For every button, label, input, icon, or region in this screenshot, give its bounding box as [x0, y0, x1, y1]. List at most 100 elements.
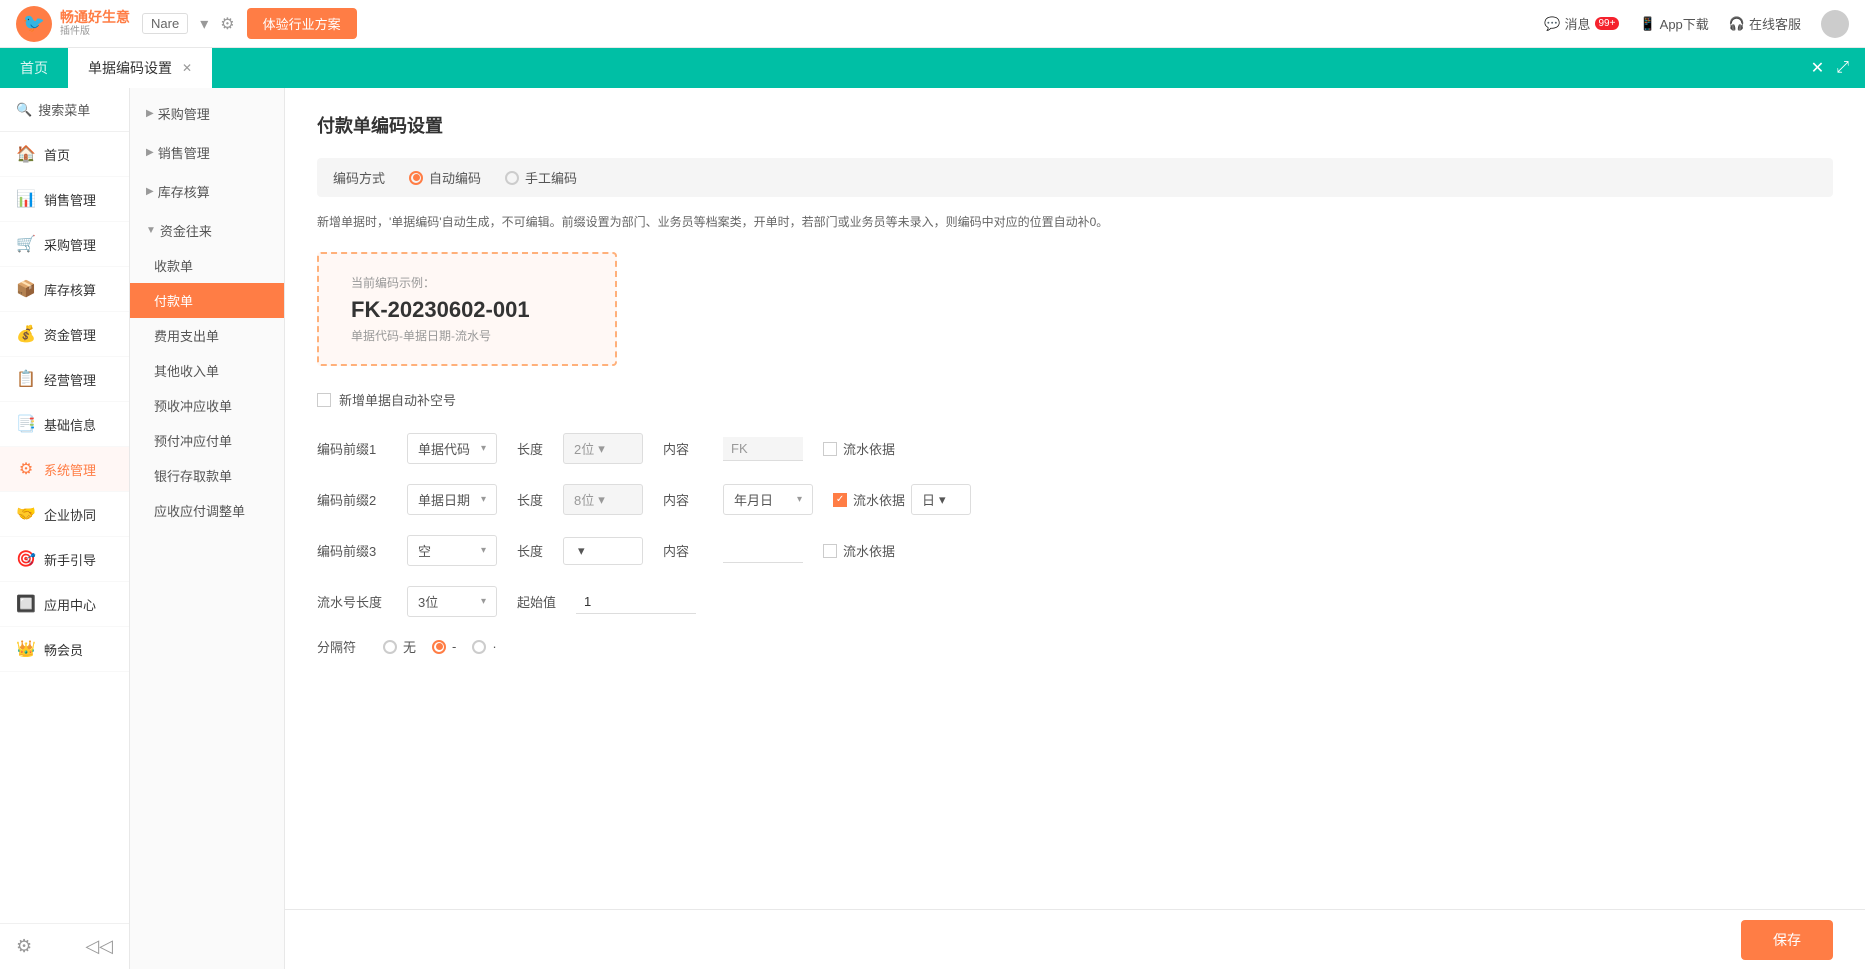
user-avatar[interactable]	[1821, 10, 1849, 38]
sec-group-purchase-header[interactable]: ▶ 采购管理	[130, 96, 284, 131]
sep-dot-label: -	[452, 639, 456, 654]
app-download-button[interactable]: 📱 App下载	[1639, 14, 1708, 33]
tab-coding-settings[interactable]: 单据编码设置 ✕	[68, 48, 212, 88]
sidebar-purchase-label: 采购管理	[44, 235, 96, 254]
tab-home[interactable]: 首页	[0, 48, 68, 88]
coding-method-bar: 编码方式 自动编码 手工编码	[317, 158, 1833, 197]
online-service-button[interactable]: 🎧 在线客服	[1729, 14, 1801, 33]
message-button[interactable]: 💬 消息 99+	[1544, 14, 1619, 33]
sec-item-payment[interactable]: 付款单	[130, 283, 284, 318]
manual-code-radio[interactable]: 手工编码	[505, 168, 577, 187]
header-right: 💬 消息 99+ 📱 App下载 🎧 在线客服	[1544, 10, 1849, 38]
sidebar-item-home[interactable]: 🏠 首页	[0, 132, 129, 177]
content-area: 付款单编码设置 编码方式 自动编码 手工编码 新增单据时，'单据编码'自动生成，…	[285, 88, 1865, 909]
sidebar-item-inventory[interactable]: 📦 库存核算	[0, 267, 129, 312]
coding-row-3: 编码前缀3 空 ▾ 长度 ▾ 内容 流水依据	[317, 535, 1833, 566]
sep-none-radio[interactable]: 无	[383, 637, 416, 656]
search-icon: 🔍	[16, 102, 32, 118]
sidebar-item-member[interactable]: 👑 畅会员	[0, 627, 129, 672]
message-badge: 99+	[1595, 17, 1620, 30]
sidebar-gear-icon[interactable]: ⚙	[16, 936, 32, 957]
left-sidebar: 🔍 搜索菜单 🏠 首页 📊 销售管理 🛒 采购管理 📦 库存核算 💰 资金管理 …	[0, 88, 130, 969]
tab-close-icon[interactable]: ✕	[182, 61, 192, 75]
content1-label: 内容	[663, 439, 703, 458]
sidebar-item-finance[interactable]: 💰 资金管理	[0, 312, 129, 357]
length3-value[interactable]: ▾	[563, 537, 643, 565]
logo-icon: 🐦	[16, 6, 52, 42]
sidebar-item-apps[interactable]: 🔲 应用中心	[0, 582, 129, 627]
length2-label: 长度	[517, 490, 543, 509]
prefix1-chevron-icon: ▾	[481, 443, 486, 454]
search-label: 搜索菜单	[38, 100, 90, 119]
auto-code-radio-btn[interactable]	[409, 171, 423, 185]
sec-item-adjust[interactable]: 应收应付调整单	[130, 493, 284, 528]
stream1-row: 流水依据	[823, 439, 895, 458]
sidebar-search[interactable]: 🔍 搜索菜单	[0, 88, 129, 132]
sidebar-item-sales[interactable]: 📊 销售管理	[0, 177, 129, 222]
auto-code-radio[interactable]: 自动编码	[409, 168, 481, 187]
sidebar-item-operations[interactable]: 📋 经营管理	[0, 357, 129, 402]
sidebar-item-system[interactable]: ⚙ 系统管理	[0, 447, 129, 492]
coding-row-1: 编码前缀1 单据代码 ▾ 长度 2位 ▾ 内容 流水依据	[317, 433, 1833, 464]
content1-input[interactable]	[723, 437, 803, 461]
sec-item-expense[interactable]: 费用支出单	[130, 318, 284, 353]
prefix2-select[interactable]: 单据日期 ▾	[407, 484, 497, 515]
auto-code-label: 自动编码	[429, 168, 481, 187]
sidebar-item-enterprise[interactable]: 🤝 企业协同	[0, 492, 129, 537]
stream3-checkbox[interactable]	[823, 544, 837, 558]
sidebar-member-label: 畅会员	[44, 640, 83, 659]
message-icon: 💬	[1544, 16, 1560, 32]
length1-text: 2位	[574, 439, 594, 458]
logo-title: 畅通好生意	[60, 9, 130, 26]
sec-item-bank[interactable]: 银行存取款单	[130, 458, 284, 493]
sidebar-item-guide[interactable]: 🎯 新手引导	[0, 537, 129, 582]
sec-group-sales-header[interactable]: ▶ 销售管理	[130, 135, 284, 170]
sidebar-collapse-icon[interactable]: ◁◁	[85, 936, 113, 957]
length1-chevron-icon: ▾	[598, 441, 605, 457]
content2-value: 年月日	[734, 490, 773, 509]
sec-item-other-income[interactable]: 其他收入单	[130, 353, 284, 388]
sidebar-item-basic[interactable]: 📑 基础信息	[0, 402, 129, 447]
purchase-expand-icon: ▶	[146, 108, 154, 119]
sec-item-pre-receipt[interactable]: 预收冲应收单	[130, 388, 284, 423]
sec-item-pre-payment[interactable]: 预付冲应付单	[130, 423, 284, 458]
stream2-checkbox[interactable]	[833, 493, 847, 507]
sidebar-enterprise-label: 企业协同	[44, 505, 96, 524]
sidebar-item-purchase[interactable]: 🛒 采购管理	[0, 222, 129, 267]
tab-fullscreen-icon[interactable]: ⤢	[1836, 59, 1849, 77]
sep-none-radio-btn[interactable]	[383, 640, 397, 654]
apps-icon: 🔲	[16, 594, 36, 614]
sep-dash-radio-btn[interactable]	[472, 640, 486, 654]
serial-length-chevron-icon: ▾	[481, 596, 486, 607]
tab-bar-actions: ✕ ⤢	[1811, 48, 1865, 88]
sec-item-receipt[interactable]: 收款单	[130, 248, 284, 283]
company-chevron-icon[interactable]: ▾	[200, 14, 208, 34]
sidebar-inventory-label: 库存核算	[44, 280, 96, 299]
start-value-input[interactable]	[576, 590, 696, 614]
sec-group-capital-header[interactable]: ▼ 资金往来	[130, 213, 284, 248]
content3-label: 内容	[663, 541, 703, 560]
manual-code-radio-btn[interactable]	[505, 171, 519, 185]
content2-select[interactable]: 年月日 ▾	[723, 484, 813, 515]
content3-input[interactable]	[723, 539, 803, 563]
sep-dot-radio-btn[interactable]	[432, 640, 446, 654]
company-selector[interactable]: Nare	[142, 13, 188, 34]
auto-fill-checkbox[interactable]	[317, 393, 331, 407]
app-icon: 📱	[1639, 16, 1655, 32]
save-button[interactable]: 保存	[1741, 920, 1833, 960]
sec-group-capital: ▼ 资金往来 收款单 付款单 费用支出单 其他收入单 预收冲应收单 预付冲应付单…	[130, 213, 284, 528]
prefix3-select[interactable]: 空 ▾	[407, 535, 497, 566]
settings-icon[interactable]: ⚙	[220, 14, 234, 34]
sep-dot-radio[interactable]: -	[432, 639, 456, 654]
tab-expand-icon[interactable]: ✕	[1811, 58, 1824, 78]
sidebar-sales-label: 销售管理	[44, 190, 96, 209]
sec-group-inventory-header[interactable]: ▶ 库存核算	[130, 174, 284, 209]
prefix1-select[interactable]: 单据代码 ▾	[407, 433, 497, 464]
finance-icon: 💰	[16, 324, 36, 344]
length1-value: 2位 ▾	[563, 433, 643, 464]
sep-dash-radio[interactable]: ·	[472, 639, 496, 654]
serial-length-select[interactable]: 3位 ▾	[407, 586, 497, 617]
stream1-checkbox[interactable]	[823, 442, 837, 456]
stream2-period-select[interactable]: 日 ▾	[911, 484, 971, 515]
industry-button[interactable]: 体验行业方案	[247, 8, 357, 39]
